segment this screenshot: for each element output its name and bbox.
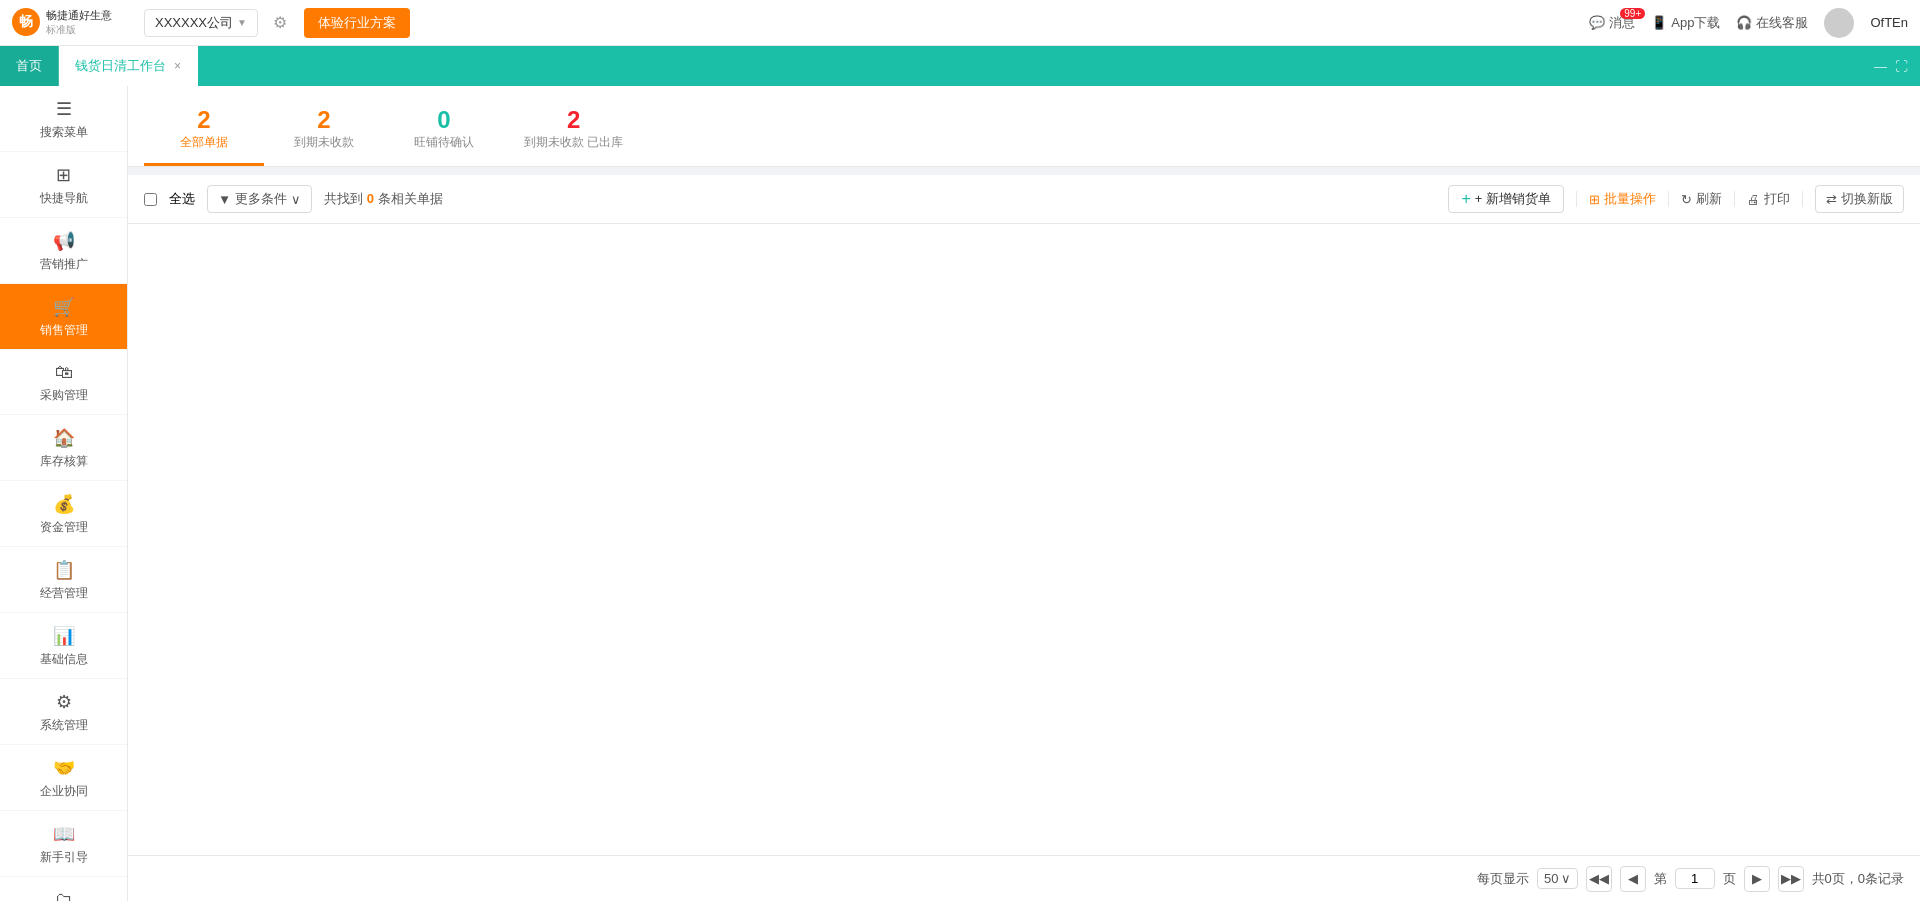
top-header: 畅 畅捷通好生意 标准版 XXXXXX公司 ▼ ⚙ 体验行业方案 💬 消息 99… — [0, 0, 1920, 46]
maximize-icon[interactable]: ⛶ — [1895, 59, 1908, 74]
chevron-down-icon: ∨ — [291, 192, 301, 207]
sidebar-item-purchase[interactable]: 🛍 采购管理 — [0, 350, 127, 415]
username: OfTEn — [1870, 15, 1908, 30]
system-icon: ⚙ — [56, 691, 72, 713]
print-icon: 🖨 — [1747, 192, 1760, 207]
header-right: 💬 消息 99+ 📱 App下载 🎧 在线客服 OfTEn — [1589, 8, 1908, 38]
sidebar-item-app-center[interactable]: 🗂 应用中心 — [0, 877, 127, 901]
inventory-icon: 🏠 — [53, 427, 75, 449]
purchase-icon: 🛍 — [55, 362, 73, 383]
sidebar-item-guide[interactable]: 📖 新手引导 — [0, 811, 127, 877]
found-count: 0 — [367, 191, 374, 206]
sidebar-item-finance[interactable]: 💰 资金管理 — [0, 481, 127, 547]
sidebar-item-operation[interactable]: 📋 经营管理 — [0, 547, 127, 613]
batch-icon: ⊞ — [1589, 192, 1600, 207]
summary-tabs-row: 2 全部单据 2 到期未收款 0 旺铺待确认 2 到期未收款 已出库 — [144, 98, 1904, 166]
online-service-icon: 🎧 — [1736, 15, 1752, 30]
operation-icon: 📋 — [53, 559, 75, 581]
sales-icon: 🛒 — [53, 296, 75, 318]
summary-tab-wangpu[interactable]: 0 旺铺待确认 — [384, 98, 504, 166]
select-all-label: 全选 — [169, 190, 195, 208]
prev-page-button[interactable]: ◀ — [1620, 866, 1646, 892]
switch-icon: ⇄ — [1826, 192, 1837, 207]
next-page-button[interactable]: ▶ — [1744, 866, 1770, 892]
search-menu-icon: ☰ — [56, 98, 72, 120]
main-layout: ☰ 搜索菜单 ⊞ 快捷导航 📢 营销推广 🛒 销售管理 🛍 采购管理 🏠 库存核… — [0, 86, 1920, 901]
first-page-button[interactable]: ◀◀ — [1586, 866, 1612, 892]
guide-icon: 📖 — [53, 823, 75, 845]
sidebar-item-quick-nav[interactable]: ⊞ 快捷导航 — [0, 152, 127, 218]
summary-tab-all[interactable]: 2 全部单据 — [144, 98, 264, 166]
sidebar-item-marketing[interactable]: 📢 营销推广 — [0, 218, 127, 284]
print-button[interactable]: 🖨 打印 — [1747, 190, 1790, 208]
app-center-icon: 🗂 — [55, 889, 73, 901]
settings-icon[interactable]: ⚙ — [266, 9, 294, 37]
total-records-text: 共0页，0条记录 — [1812, 870, 1904, 888]
logo-badge: 标准版 — [46, 23, 112, 37]
tab-home[interactable]: 首页 — [0, 46, 59, 86]
logo-area: 畅 畅捷通好生意 标准版 — [12, 8, 140, 36]
filter-icon: ▼ — [218, 192, 231, 207]
filter-button[interactable]: ▼ 更多条件 ∨ — [207, 185, 312, 213]
plus-icon: + — [1461, 190, 1470, 208]
refresh-icon: ↻ — [1681, 192, 1692, 207]
logo-icon: 畅 — [12, 8, 40, 36]
tab-close-icon[interactable]: × — [174, 59, 181, 73]
logo-text: 畅捷通好生意 — [46, 8, 112, 22]
switch-new-version-button[interactable]: ⇄ 切换新版 — [1815, 185, 1904, 213]
select-all-checkbox[interactable] — [144, 193, 157, 206]
enterprise-icon: 🤝 — [53, 757, 75, 779]
divider4 — [1802, 191, 1803, 207]
quick-nav-icon: ⊞ — [56, 164, 71, 186]
sidebar-item-inventory[interactable]: 🏠 库存核算 — [0, 415, 127, 481]
message-icon: 💬 — [1589, 15, 1605, 30]
summary-tab-overdue-out[interactable]: 2 到期未收款 已出库 — [504, 98, 643, 166]
toolbar: 全选 ▼ 更多条件 ∨ 共找到 0 条相关单据 + + 新增销货单 ⊞ 批量操作 — [128, 175, 1920, 224]
divider — [1576, 191, 1577, 207]
sidebar-item-system[interactable]: ⚙ 系统管理 — [0, 679, 127, 745]
last-page-button[interactable]: ▶▶ — [1778, 866, 1804, 892]
sidebar-item-enterprise[interactable]: 🤝 企业协同 — [0, 745, 127, 811]
dropdown-arrow-icon: ▼ — [237, 17, 247, 28]
sidebar-item-search[interactable]: ☰ 搜索菜单 — [0, 86, 127, 152]
new-sales-order-button[interactable]: + + 新增销货单 — [1448, 185, 1564, 213]
found-text: 共找到 0 条相关单据 — [324, 190, 442, 208]
pagination: 每页显示 50 ∨ ◀◀ ◀ 第 页 ▶ ▶▶ 共0页，0条记录 — [128, 855, 1920, 901]
app-download-item[interactable]: 📱 App下载 — [1651, 14, 1720, 32]
tab-qianhuoriqing[interactable]: 钱货日清工作台 × — [59, 46, 198, 86]
content-area: 2 全部单据 2 到期未收款 0 旺铺待确认 2 到期未收款 已出库 — [128, 86, 1920, 901]
summary-tabs: 2 全部单据 2 到期未收款 0 旺铺待确认 2 到期未收款 已出库 — [128, 86, 1920, 167]
divider2 — [1668, 191, 1669, 207]
window-controls: — ⛶ — [1862, 59, 1920, 74]
page-size-select[interactable]: 50 ∨ — [1537, 868, 1577, 889]
finance-icon: 💰 — [53, 493, 75, 515]
page-number-input[interactable] — [1675, 868, 1715, 889]
basic-info-icon: 📊 — [53, 625, 75, 647]
refresh-button[interactable]: ↻ 刷新 — [1681, 190, 1722, 208]
message-badge: 99+ — [1620, 8, 1645, 19]
message-item[interactable]: 💬 消息 99+ — [1589, 14, 1635, 32]
sidebar-item-sales[interactable]: 🛒 销售管理 — [0, 284, 127, 350]
divider3 — [1734, 191, 1735, 207]
marketing-icon: 📢 — [53, 230, 75, 252]
batch-operation-button[interactable]: ⊞ 批量操作 — [1589, 190, 1656, 208]
summary-tab-overdue[interactable]: 2 到期未收款 — [264, 98, 384, 166]
minimize-icon[interactable]: — — [1874, 59, 1887, 74]
page-size-arrow-icon: ∨ — [1561, 871, 1571, 886]
tab-bar: 首页 钱货日清工作台 × — ⛶ — [0, 46, 1920, 86]
avatar[interactable] — [1824, 8, 1854, 38]
online-service-item[interactable]: 🎧 在线客服 — [1736, 14, 1808, 32]
company-selector[interactable]: XXXXXX公司 ▼ — [144, 9, 258, 37]
sidebar-item-basic-info[interactable]: 📊 基础信息 — [0, 613, 127, 679]
sidebar: ☰ 搜索菜单 ⊞ 快捷导航 📢 营销推广 🛒 销售管理 🛍 采购管理 🏠 库存核… — [0, 86, 128, 901]
app-download-icon: 📱 — [1651, 15, 1667, 30]
trial-button[interactable]: 体验行业方案 — [304, 8, 410, 38]
table-area — [128, 224, 1920, 855]
toolbar-right: + + 新增销货单 ⊞ 批量操作 ↻ 刷新 🖨 打印 — [1448, 185, 1904, 213]
